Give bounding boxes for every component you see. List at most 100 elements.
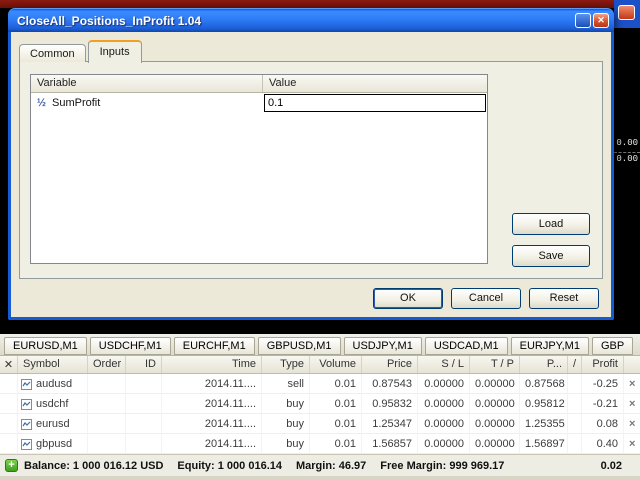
chart-tab-gbpusd[interactable]: GBPUSD,M1 [257,337,341,355]
col-order[interactable]: Order [88,356,126,373]
cell-volume: 0.01 [310,374,362,394]
balance-label: Balance: 1 000 016.12 USD [24,459,164,472]
col-sl[interactable]: S / L [418,356,470,373]
cell-time: 2014.11.... [162,394,262,414]
load-button[interactable]: Load [512,213,590,235]
cell-profit: -0.21 [582,394,624,414]
cell-time: 2014.11.... [162,434,262,454]
chart-tab-eurchf[interactable]: EURCHF,M1 [173,337,255,355]
dialog-titlebar[interactable]: CloseAll_Positions_InProfit 1.04 ✕ [8,8,614,32]
chart-tab-bar: EURUSD,M1 USDCHF,M1 EURCHF,M1 GBPUSD,M1 … [0,334,640,356]
ok-button[interactable]: OK [373,288,443,309]
tab-inputs[interactable]: Inputs [87,40,142,63]
col-blank [624,356,640,373]
chart-price-scale: 0.00 0.00 [614,28,640,334]
chart-icon [21,438,32,450]
cell-id [126,414,162,434]
cell-price: 0.95832 [362,394,418,414]
parameter-name: SumProfit [52,97,101,109]
symbol-label: usdchf [36,398,69,410]
cell-type: sell [262,374,310,394]
dialog-title: CloseAll_Positions_InProfit 1.04 [17,13,202,28]
cell-type: buy [262,434,310,454]
price-line [614,152,640,153]
symbol-label: gbpusd [36,438,73,450]
close-trade-icon[interactable]: × [624,394,640,414]
col-id[interactable]: ID [126,356,162,373]
price-label: 0.00 [616,154,638,164]
cell-volume: 0.01 [310,414,362,434]
equity-label: Equity: 1 000 016.14 [177,459,282,472]
price-label: 0.00 [616,138,638,148]
expert-properties-dialog: CloseAll_Positions_InProfit 1.04 ✕ Commo… [8,8,614,320]
close-trade-icon[interactable]: × [624,414,640,434]
sumprofit-value-input[interactable] [264,94,486,112]
cell-order [88,434,126,454]
cell-sl: 0.00000 [418,374,470,394]
close-trade-icon[interactable]: × [624,374,640,394]
window-bottom-edge [0,476,640,480]
terminal-close-icon[interactable]: ✕ [0,356,18,373]
cell-price: 0.87543 [362,374,418,394]
cell-id [126,394,162,414]
trade-row-audusd[interactable]: audusd 2014.11.... sell 0.01 0.87543 0.0… [0,374,640,394]
cell-type: buy [262,414,310,434]
cell-time: 2014.11.... [162,414,262,434]
terminal-header: ✕ Symbol Order ID Time Type Volume Price… [0,356,640,374]
chart-tab-eurusd[interactable]: EURUSD,M1 [4,337,87,355]
chart-icon [21,378,32,390]
reset-button[interactable]: Reset [529,288,599,309]
col-price[interactable]: Price [362,356,418,373]
cell-id [126,434,162,454]
cell-order [88,414,126,434]
col-profit[interactable]: Profit [582,356,624,373]
cell-tp: 0.00000 [470,394,520,414]
cell-volume: 0.01 [310,434,362,454]
chart-tab-gbp[interactable]: GBP [591,337,634,355]
cell-price: 1.56857 [362,434,418,454]
cell-volume: 0.01 [310,394,362,414]
col-type[interactable]: Type [262,356,310,373]
col-symbol[interactable]: Symbol [18,356,88,373]
col-tp[interactable]: T / P [470,356,520,373]
chart-tab-usdjpy[interactable]: USDJPY,M1 [343,337,422,355]
free-margin-label: Free Margin: 999 969.17 [380,459,505,472]
total-profit: 0.02 [600,459,622,472]
cell-id [126,374,162,394]
window-close-button[interactable] [618,5,635,20]
chart-tab-usdchf[interactable]: USDCHF,M1 [89,337,171,355]
parameter-row[interactable]: ½ SumProfit [31,93,487,113]
close-trade-icon[interactable]: × [624,434,640,454]
col-p[interactable]: P... [520,356,568,373]
cell-order [88,374,126,394]
col-value[interactable]: Value [263,75,487,92]
cell-tp: 0.00000 [470,414,520,434]
cell-tp: 0.00000 [470,374,520,394]
chart-icon [21,398,32,410]
cancel-button[interactable]: Cancel [451,288,521,309]
symbol-label: audusd [36,378,73,390]
col-variable[interactable]: Variable [31,75,263,92]
cell-current-price: 1.56897 [520,434,568,454]
trade-rows: audusd 2014.11.... sell 0.01 0.87543 0.0… [0,374,640,454]
tab-common[interactable]: Common [19,44,86,62]
cell-profit: 0.08 [582,414,624,434]
cell-profit: 0.40 [582,434,624,454]
dialog-help-button[interactable] [575,13,591,28]
save-button[interactable]: Save [512,245,590,267]
trade-row-eurusd[interactable]: eurusd 2014.11.... buy 0.01 1.25347 0.00… [0,414,640,434]
cell-current-price: 1.25355 [520,414,568,434]
col-volume[interactable]: Volume [310,356,362,373]
chart-tab-eurjpy[interactable]: EURJPY,M1 [510,337,589,355]
cell-sl: 0.00000 [418,394,470,414]
chart-tab-usdcad[interactable]: USDCAD,M1 [424,337,508,355]
dialog-body: Common Inputs Variable Value ½ SumProfit [8,32,614,320]
symbol-label: eurusd [36,418,70,430]
col-slash[interactable]: / [568,356,582,373]
trade-row-usdchf[interactable]: usdchf 2014.11.... buy 0.01 0.95832 0.00… [0,394,640,414]
trade-row-gbpusd[interactable]: gbpusd 2014.11.... buy 0.01 1.56857 0.00… [0,434,640,454]
cell-time: 2014.11.... [162,374,262,394]
cell-tp: 0.00000 [470,434,520,454]
dialog-close-icon[interactable]: ✕ [593,13,609,28]
col-time[interactable]: Time [162,356,262,373]
